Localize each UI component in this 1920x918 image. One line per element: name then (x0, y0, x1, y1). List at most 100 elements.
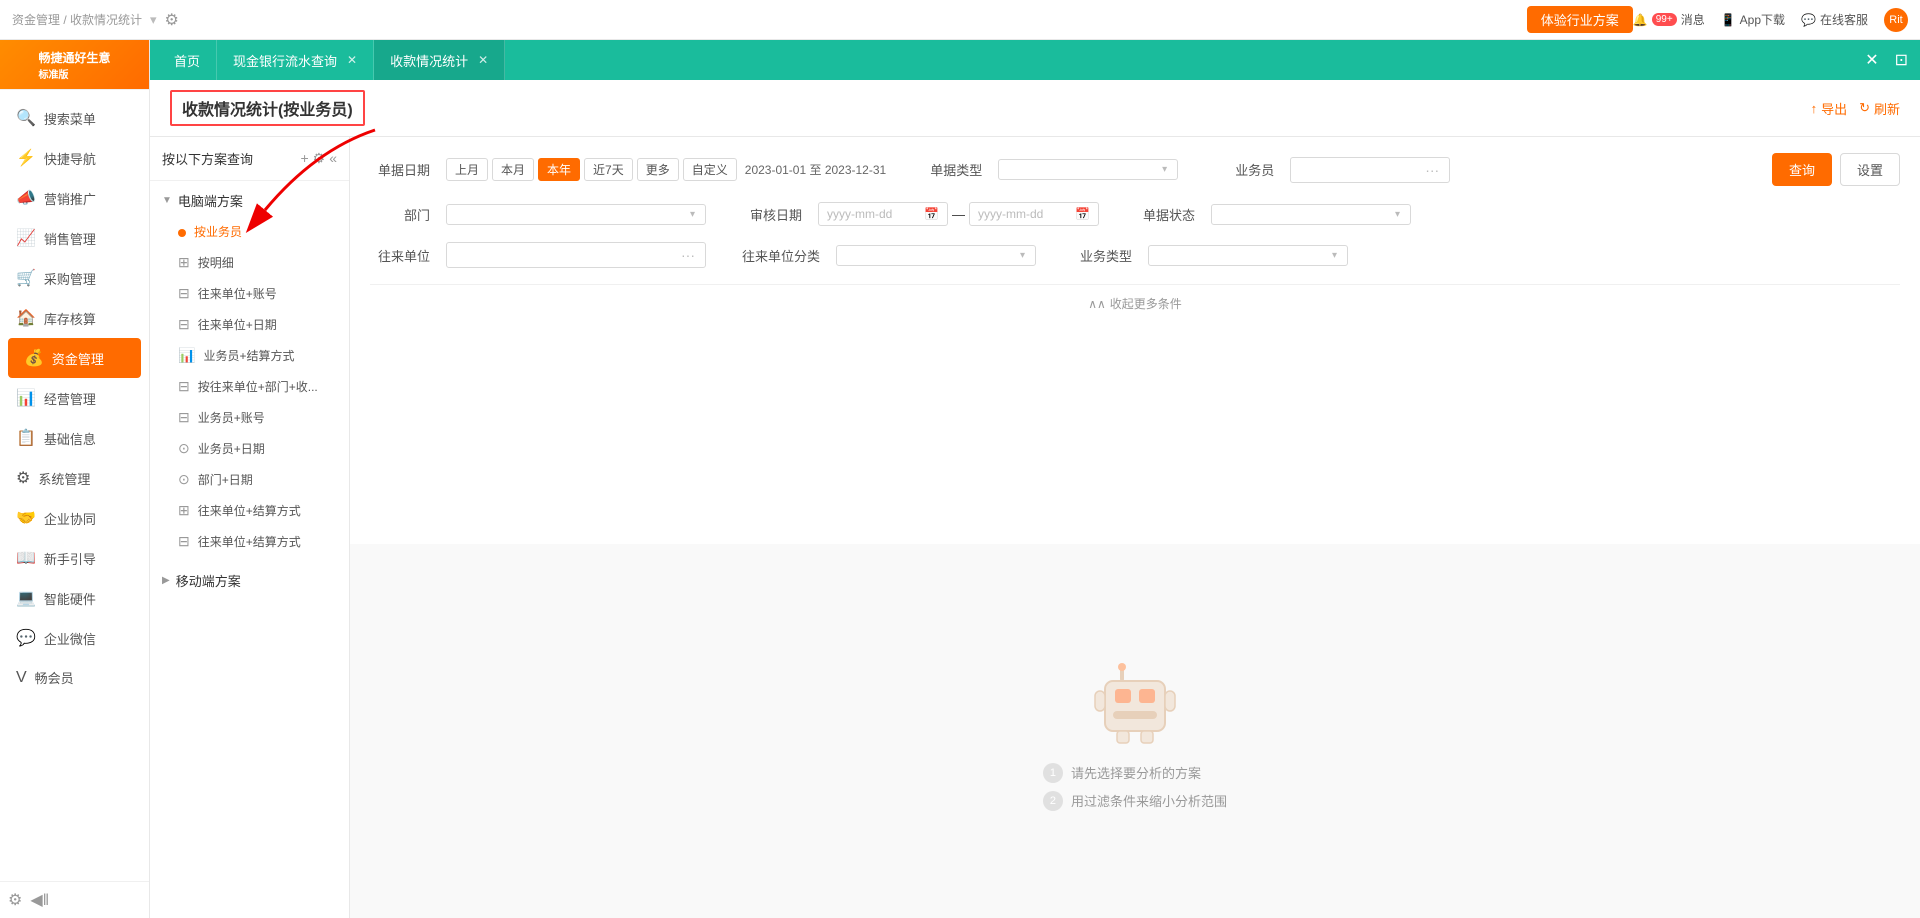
date-btn-more[interactable]: 更多 (637, 158, 679, 181)
partner-more-icon[interactable]: ··· (681, 247, 695, 263)
scheme-add-btn[interactable]: + (300, 150, 308, 167)
scheme-item-label: 按往来单位+部门+收... (198, 378, 318, 395)
scheme-header-actions: + ⚙ « (300, 150, 337, 167)
collapse-bar: ∧∧ 收起更多条件 (370, 284, 1900, 322)
review-date-start[interactable]: yyyy-mm-dd 📅 (818, 202, 948, 226)
user-avatar: Rit (1884, 8, 1908, 32)
scheme-item-partner-dept[interactable]: ⊟ 按往来单位+部门+收... (150, 371, 349, 402)
sidebar-item-basic-info[interactable]: 📋 基础信息 (0, 418, 149, 458)
biz-type-select[interactable]: ▾ (1148, 245, 1348, 266)
breadcrumb: 资金管理 / 收款情况统计 (12, 11, 142, 28)
scheme-item-by-salesperson[interactable]: 按业务员 (150, 216, 349, 247)
scheme-ss-icon: 📊 (178, 347, 195, 364)
date-range-text: 2023-01-01 至 2023-12-31 (745, 161, 886, 178)
sidebar-item-inventory[interactable]: 🏠 库存核算 (0, 298, 149, 338)
sidebar-item-quick-nav[interactable]: ⚡ 快捷导航 (0, 138, 149, 178)
desktop-group-label: 电脑端方案 (178, 191, 243, 210)
export-btn[interactable]: ↑ 导出 (1811, 99, 1848, 118)
collapse-label: 收起更多条件 (1110, 295, 1182, 312)
sidebar-item-hardware[interactable]: 💻 智能硬件 (0, 578, 149, 618)
tab-bank-close[interactable]: ✕ (347, 53, 357, 67)
scheme-item-salesperson-account[interactable]: ⊟ 业务员+账号 (150, 402, 349, 433)
tab-bank-flow[interactable]: 现金银行流水查询 ✕ (217, 40, 374, 80)
sidebar-item-finance[interactable]: 💰 资金管理 (8, 338, 141, 378)
desktop-group-title[interactable]: ▼ 电脑端方案 (150, 185, 349, 216)
empty-steps: 1 请先选择要分析的方案 2 用过滤条件来缩小分析范围 (1043, 763, 1227, 811)
dept-select[interactable]: ▾ (446, 204, 706, 225)
date-btn-last-month[interactable]: 上月 (446, 158, 488, 181)
review-date-end[interactable]: yyyy-mm-dd 📅 (969, 202, 1099, 226)
tab-maximize-btn[interactable]: ⊡ (1891, 50, 1912, 70)
app-download-btn[interactable]: 📱 App下载 (1721, 11, 1785, 28)
tab-close-all-btn[interactable]: ✕ (1861, 50, 1882, 70)
scheme-settings-btn[interactable]: ⚙ (313, 150, 326, 167)
type-select[interactable]: ▾ (998, 159, 1178, 180)
main-layout: 畅捷通好生意标准版 🔍 搜索菜单 ⚡ 快捷导航 📣 营销推广 📈 销售管理 🛒 … (0, 40, 1920, 918)
scheme-item-salesperson-settle[interactable]: 📊 业务员+结算方式 (150, 340, 349, 371)
operations-icon: 📊 (16, 388, 36, 408)
scheme-collapse-btn[interactable]: « (329, 150, 337, 167)
sidebar-item-system[interactable]: ⚙ 系统管理 (0, 458, 149, 498)
sidebar-item-sales[interactable]: 📈 销售管理 (0, 218, 149, 258)
partner-select[interactable]: ··· (446, 242, 706, 268)
scheme-item-label: 按明细 (198, 254, 234, 271)
salesperson-more-icon[interactable]: ··· (1425, 162, 1439, 178)
dropdown-icon[interactable]: ▾ (150, 12, 157, 28)
collapse-btn[interactable]: ∧∧ 收起更多条件 (1088, 295, 1182, 312)
refresh-btn[interactable]: ↻ 刷新 (1859, 99, 1900, 118)
sidebar-item-vip[interactable]: V 畅会员 (0, 658, 149, 697)
date-quick-group: 上月 本月 本年 近7天 更多 自定义 2023-01-01 至 2023-12… (446, 158, 886, 181)
messages-btn[interactable]: 🔔 99+ 消息 (1633, 11, 1705, 28)
tab-bar-actions: ✕ ⊡ (1861, 50, 1912, 70)
filter-row-1: 单据日期 上月 本月 本年 近7天 更多 自定义 2023-01-01 至 20… (370, 153, 1900, 186)
salesperson-select[interactable]: ··· (1290, 157, 1450, 183)
bottom-settings-btn[interactable]: ⚙ (8, 890, 22, 910)
sidebar-item-purchase[interactable]: 🛒 采购管理 (0, 258, 149, 298)
date-separator: — (952, 207, 965, 222)
bottom-collapse-btn[interactable]: ◀‖ (30, 890, 49, 910)
review-date-label: 审核日期 (742, 205, 802, 224)
sidebar-item-marketing[interactable]: 📣 营销推广 (0, 178, 149, 218)
calendar-icon-end[interactable]: 📅 (1075, 207, 1090, 221)
scheme-item-salesperson-date[interactable]: ⊙ 业务员+日期 (150, 433, 349, 464)
filter-settings-btn[interactable]: 设置 (1840, 153, 1900, 186)
settings-icon[interactable]: ⚙ (165, 10, 179, 30)
mobile-group-title[interactable]: ▶ 移动端方案 (150, 565, 349, 596)
service-icon: 💬 (1801, 13, 1816, 27)
date-btn-7days[interactable]: 近7天 (584, 158, 633, 181)
user-menu[interactable]: Rit (1884, 8, 1908, 32)
online-service-btn[interactable]: 💬 在线客服 (1801, 11, 1868, 28)
tab-home[interactable]: 首页 (158, 40, 217, 80)
scheme-item-dept-date[interactable]: ⊙ 部门+日期 (150, 464, 349, 495)
tab-receipt-close[interactable]: ✕ (478, 53, 488, 67)
tab-receipt[interactable]: 收款情况统计 ✕ (374, 40, 505, 80)
sidebar-item-wechat[interactable]: 💬 企业微信 (0, 618, 149, 658)
query-btn[interactable]: 查询 (1772, 153, 1832, 186)
date-btn-this-month[interactable]: 本月 (492, 158, 534, 181)
calendar-icon[interactable]: 📅 (924, 207, 939, 221)
marketing-icon: 📣 (16, 188, 36, 208)
partner-cat-select[interactable]: ▾ (836, 245, 1036, 266)
scheme-item-label: 按业务员 (194, 223, 242, 240)
sidebar-item-search[interactable]: 🔍 搜索菜单 (0, 98, 149, 138)
hardware-icon: 💻 (16, 588, 36, 608)
scheme-item-partner-settle2[interactable]: ⊟ 往来单位+结算方式 (150, 526, 349, 557)
trial-button[interactable]: 体验行业方案 (1527, 6, 1633, 33)
date-btn-this-year[interactable]: 本年 (538, 158, 580, 181)
sidebar-item-operations[interactable]: 📊 经营管理 (0, 378, 149, 418)
date-btn-custom[interactable]: 自定义 (683, 158, 737, 181)
scheme-item-partner-account[interactable]: ⊟ 往来单位+账号 (150, 278, 349, 309)
scheme-item-label: 业务员+日期 (198, 440, 265, 457)
scheme-detail-icon: ⊞ (178, 254, 190, 271)
scheme-item-partner-date[interactable]: ⊟ 往来单位+日期 (150, 309, 349, 340)
status-select[interactable]: ▾ (1211, 204, 1411, 225)
status-label: 单据状态 (1135, 205, 1195, 224)
sidebar-item-enterprise[interactable]: 🤝 企业协同 (0, 498, 149, 538)
tab-bank-label: 现金银行流水查询 (233, 51, 337, 70)
sidebar-item-label: 销售管理 (44, 229, 96, 248)
scheme-item-partner-settle1[interactable]: ⊞ 往来单位+结算方式 (150, 495, 349, 526)
sidebar-item-guide[interactable]: 📖 新手引导 (0, 538, 149, 578)
enterprise-icon: 🤝 (16, 508, 36, 528)
scheme-item-detail[interactable]: ⊞ 按明细 (150, 247, 349, 278)
scheme-panel: 按以下方案查询 + ⚙ « ▼ 电脑端方案 (150, 137, 350, 918)
